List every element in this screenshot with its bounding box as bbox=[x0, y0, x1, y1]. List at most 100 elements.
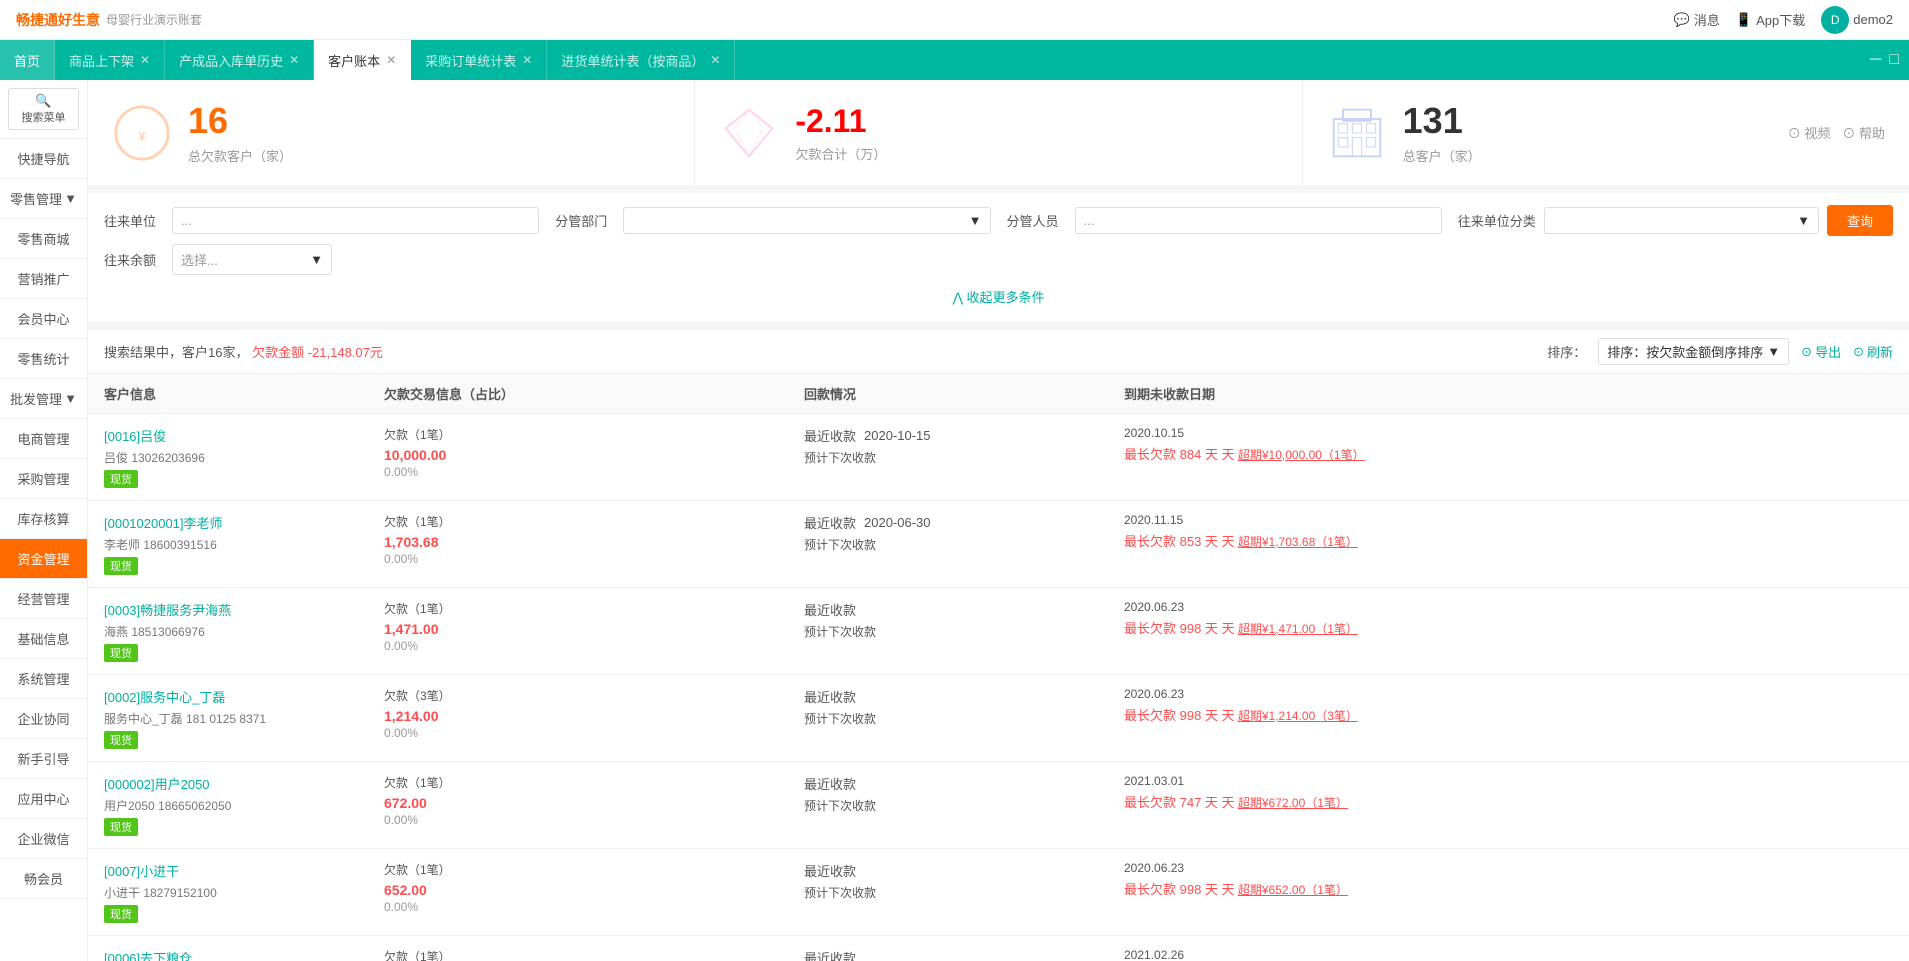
debt-amount: 1,471.00 bbox=[384, 621, 804, 637]
client-name-link[interactable]: [0006]去下粮仓 bbox=[104, 948, 384, 961]
sidebar-item-purchase-mgmt[interactable]: 采购管理 bbox=[0, 459, 87, 499]
overdue-days: 最长欠款 998 天 天 bbox=[1124, 621, 1235, 636]
branch-person-input[interactable]: ... bbox=[1075, 207, 1442, 234]
card-total-debt-customers: ¥ 16 总欠款客户（家） bbox=[88, 80, 695, 185]
tab-production-history[interactable]: 产成品入库单历史 ✕ bbox=[165, 40, 314, 80]
client-name-link[interactable]: [0016]吕俊 bbox=[104, 426, 384, 445]
last-payment-label: 最近收款 bbox=[804, 774, 856, 793]
tab-close-btn[interactable]: ✕ bbox=[140, 53, 150, 67]
collapse-row[interactable]: ⋀ 收起更多条件 bbox=[104, 283, 1893, 310]
chevron-down-icon-2: ▼ bbox=[64, 391, 77, 406]
query-button[interactable]: 查询 bbox=[1827, 205, 1893, 236]
tab-production-history-label: 产成品入库单历史 bbox=[179, 51, 283, 70]
sidebar-item-retail-stats[interactable]: 零售统计 bbox=[0, 339, 87, 379]
overdue-link[interactable]: 超期¥1,471.00（1笔） bbox=[1238, 622, 1358, 636]
message-btn[interactable]: 💬 消息 bbox=[1674, 10, 1720, 29]
sidebar-item-new-guide[interactable]: 新手引导 bbox=[0, 739, 87, 779]
tab-home[interactable]: 首页 bbox=[0, 40, 55, 80]
sidebar-item-member-vip[interactable]: 畅会员 bbox=[0, 859, 87, 899]
refresh-btn[interactable]: ⊙ 刷新 bbox=[1853, 342, 1893, 361]
app-center-label: 应用中心 bbox=[17, 792, 69, 807]
header-client-info: 客户信息 bbox=[104, 384, 384, 403]
balance-select[interactable]: 选择... ▼ bbox=[172, 244, 332, 275]
sidebar-item-enterprise-collab[interactable]: 企业协同 bbox=[0, 699, 87, 739]
tab-spacer bbox=[735, 40, 1860, 80]
sidebar-item-inventory-check[interactable]: 库存核算 bbox=[0, 499, 87, 539]
sidebar-item-retail-mgmt[interactable]: 零售管理 ▼ bbox=[0, 179, 87, 219]
tab-products-offline[interactable]: 商品上下架 ✕ bbox=[55, 40, 165, 80]
sidebar-item-app-center[interactable]: 应用中心 bbox=[0, 779, 87, 819]
enterprise-wechat-label: 企业微信 bbox=[17, 832, 69, 847]
tab-purchase-stats-label: 采购订单统计表 bbox=[425, 51, 516, 70]
overdue-link[interactable]: 超期¥1,703.68（1笔） bbox=[1238, 535, 1358, 549]
sidebar-item-fund-mgmt[interactable]: 资金管理 bbox=[0, 539, 87, 579]
top-bar-right: 💬 消息 📱 App下载 D demo2 bbox=[1674, 6, 1893, 34]
overdue-link[interactable]: 超期¥652.00（1笔） bbox=[1238, 883, 1348, 897]
client-name-link[interactable]: [0007]小进干 bbox=[104, 861, 384, 880]
client-name-link[interactable]: [0003]畅捷服务尹海燕 bbox=[104, 600, 384, 619]
client-name-link[interactable]: [0001020001]李老师 bbox=[104, 513, 384, 532]
client-contact: 服务中心_丁磊 181 0125 8371 bbox=[104, 710, 384, 727]
yuan-icon: ¥ bbox=[112, 103, 172, 163]
overdue-link[interactable]: 超期¥672.00（1笔） bbox=[1238, 796, 1348, 810]
client-name-link[interactable]: [000002]用户2050 bbox=[104, 774, 384, 793]
client-name-link[interactable]: [0002]服务中心_丁磊 bbox=[104, 687, 384, 706]
export-btn[interactable]: ⊙ 导出 bbox=[1801, 342, 1841, 361]
tab-purchase-stats[interactable]: 采购订单统计表 ✕ bbox=[411, 40, 547, 80]
username: demo2 bbox=[1853, 12, 1893, 27]
last-payment-label: 最近收款 bbox=[804, 426, 856, 445]
client-contact: 吕俊 13026203696 bbox=[104, 449, 384, 466]
table-body: [0016]吕俊 吕俊 13026203696 现货 欠款（1笔） 10,000… bbox=[88, 414, 1909, 961]
client-tag: 现货 bbox=[104, 818, 138, 836]
building-icon bbox=[1327, 103, 1387, 163]
tab-close-btn[interactable]: ✕ bbox=[710, 53, 720, 67]
return-info-cell: 最近收款 预计下次收款 bbox=[804, 687, 1124, 727]
video-btn[interactable]: ⊙ 视频 bbox=[1788, 123, 1831, 142]
sidebar-item-basic-info[interactable]: 基础信息 bbox=[0, 619, 87, 659]
header-return-status: 回款情况 bbox=[804, 384, 1124, 403]
table-row: [0007]小进干 小进干 18279152100 现货 欠款（1笔） 652.… bbox=[88, 849, 1909, 936]
client-contact: 海燕 18513066976 bbox=[104, 623, 384, 640]
client-info-cell: [0003]畅捷服务尹海燕 海燕 18513066976 现货 bbox=[104, 600, 384, 662]
overdue-link[interactable]: 超期¥1,214.00（3笔） bbox=[1238, 709, 1358, 723]
sidebar-item-quick-nav[interactable]: 快捷导航 bbox=[0, 139, 87, 179]
client-tag: 现货 bbox=[104, 731, 138, 749]
message-icon: 💬 bbox=[1674, 12, 1690, 28]
top-bar: 畅捷通好生意 母婴行业演示账套 💬 消息 📱 App下载 D demo2 bbox=[0, 0, 1909, 40]
sidebar-item-member-center[interactable]: 会员中心 bbox=[0, 299, 87, 339]
from-unit-input[interactable]: ... bbox=[172, 207, 539, 234]
overdue-link[interactable]: 超期¥10,000.00（1笔） bbox=[1238, 448, 1365, 462]
return-next: 预计下次收款 bbox=[804, 884, 1124, 901]
sort-select-text: 排序：按欠款金额倒序排序 bbox=[1607, 342, 1763, 361]
last-payment-label: 最近收款 bbox=[804, 513, 856, 532]
client-info-cell: [0002]服务中心_丁磊 服务中心_丁磊 181 0125 8371 现货 bbox=[104, 687, 384, 749]
overdue-info: 最长欠款 998 天 天 超期¥1,214.00（3笔） bbox=[1124, 705, 1893, 724]
app-download-btn[interactable]: 📱 App下载 bbox=[1736, 10, 1805, 29]
sidebar-item-batch-mgmt[interactable]: 批发管理 ▼ bbox=[0, 379, 87, 419]
tab-close-btn[interactable]: ✕ bbox=[289, 53, 299, 67]
tab-close-btn[interactable]: ✕ bbox=[386, 53, 396, 67]
sidebar-item-retail-mall[interactable]: 零售商城 bbox=[0, 219, 87, 259]
help-btn[interactable]: ⊙ 帮助 bbox=[1842, 123, 1885, 142]
minimize-btn[interactable]: ─ bbox=[1870, 51, 1881, 69]
sidebar-item-marketing[interactable]: 营销推广 bbox=[0, 259, 87, 299]
operations-mgmt-label: 经营管理 bbox=[17, 592, 69, 607]
content-area: ¥ 16 总欠款客户（家） -2.11 欠款合计（万 bbox=[88, 80, 1909, 961]
unit-category-select[interactable]: ▼ bbox=[1544, 207, 1819, 234]
search-menu-btn[interactable]: 🔍 搜索菜单 bbox=[8, 88, 79, 130]
sidebar-item-system-mgmt[interactable]: 系统管理 bbox=[0, 659, 87, 699]
branch-dept-select[interactable]: ▼ bbox=[623, 207, 990, 234]
tab-purchase-product[interactable]: 进货单统计表（按商品） ✕ bbox=[547, 40, 735, 80]
tab-customer-account[interactable]: 客户账本 ✕ bbox=[314, 40, 411, 80]
sidebar-item-operations-mgmt[interactable]: 经营管理 bbox=[0, 579, 87, 619]
sort-select[interactable]: 排序：按欠款金额倒序排序 ▼ bbox=[1598, 338, 1789, 365]
tab-close-btn[interactable]: ✕ bbox=[522, 53, 532, 67]
sidebar-item-ecommerce-mgmt[interactable]: 电商管理 bbox=[0, 419, 87, 459]
overdue-days: 最长欠款 747 天 天 bbox=[1124, 795, 1235, 810]
sidebar-item-enterprise-wechat[interactable]: 企业微信 bbox=[0, 819, 87, 859]
maximize-btn[interactable]: □ bbox=[1889, 51, 1899, 69]
user-area[interactable]: D demo2 bbox=[1821, 6, 1893, 34]
card-info-customers: 131 总客户（家） bbox=[1403, 100, 1481, 165]
return-last: 最近收款 bbox=[804, 861, 1124, 880]
overdue-days: 最长欠款 884 天 天 bbox=[1124, 447, 1235, 462]
